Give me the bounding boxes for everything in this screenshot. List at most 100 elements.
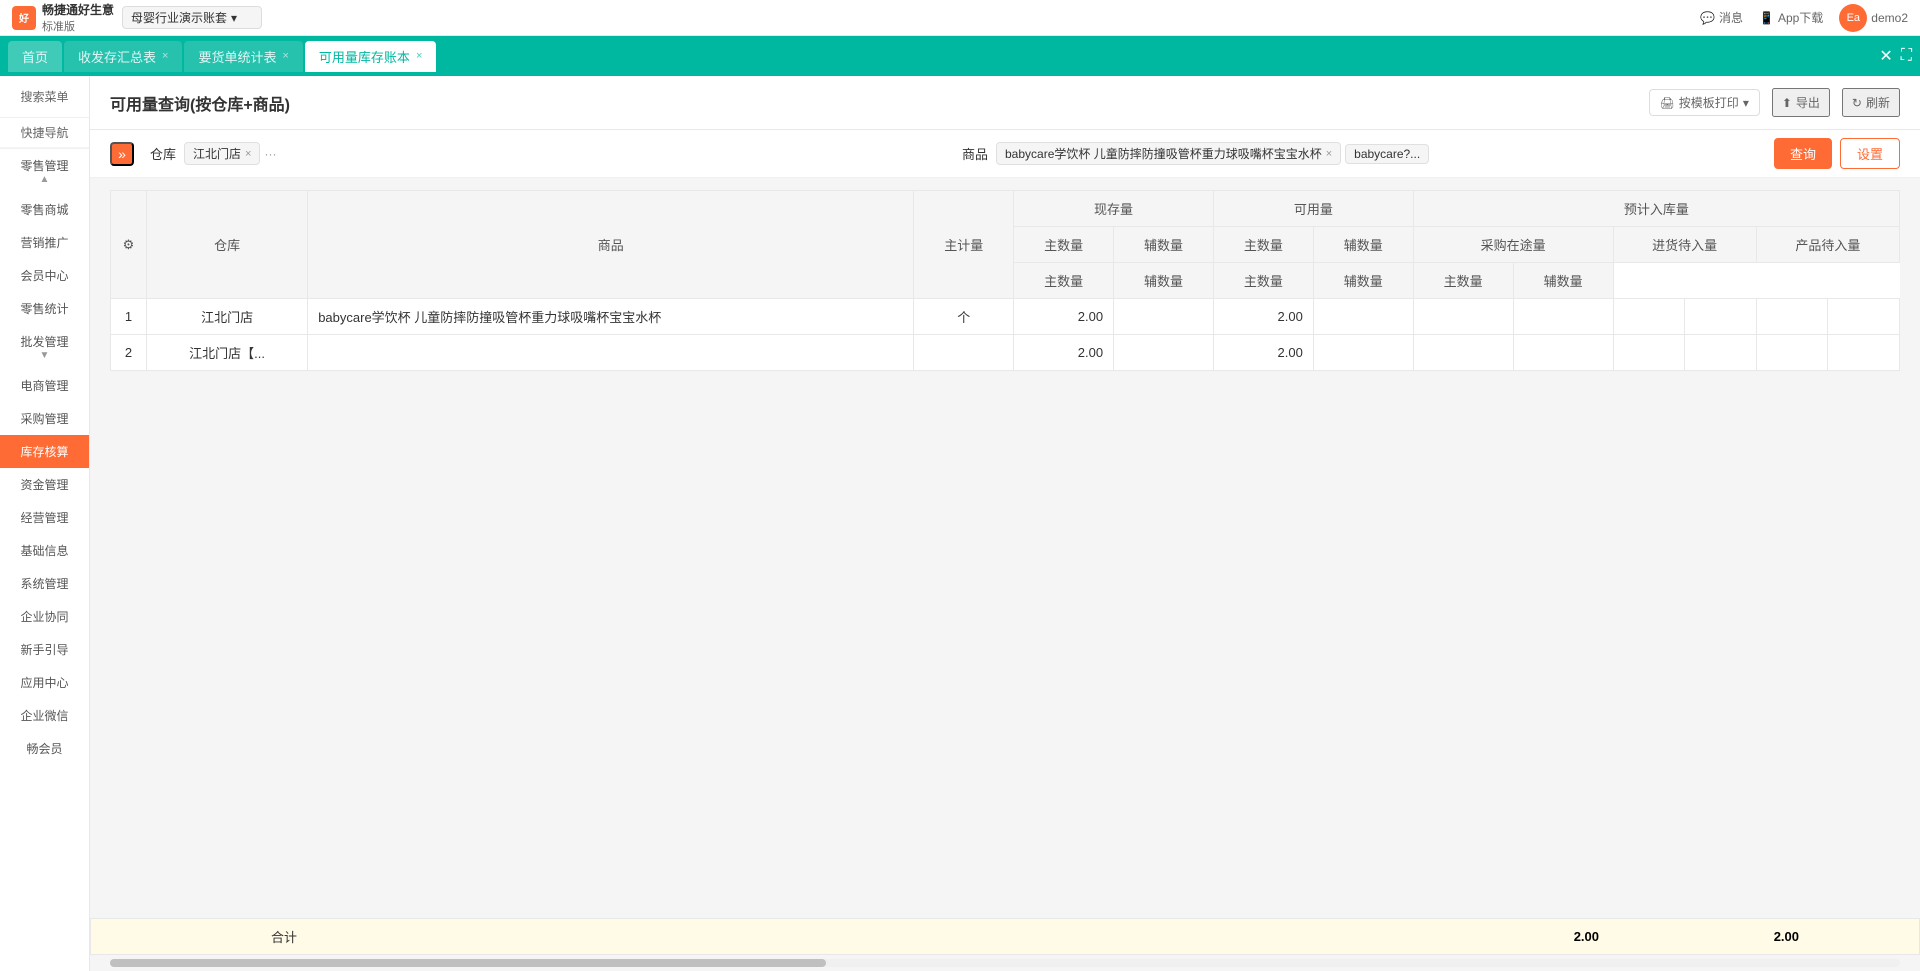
message-icon: 💬	[1700, 11, 1715, 25]
chevron-down-icon: ▾	[231, 11, 237, 25]
cell-seq: 1	[111, 299, 147, 335]
sidebar-item-label: 新手引导	[20, 641, 68, 658]
sidebar-item-label: 会员中心	[20, 267, 68, 284]
sidebar-item-finance[interactable]: 资金管理	[0, 468, 89, 501]
cell-chanpin-main	[1756, 335, 1828, 371]
user-area[interactable]: Ea demo2	[1839, 4, 1908, 32]
product-tag-babycare[interactable]: babycare学饮杯 儿童防摔防撞吸管杯重力球吸嘴杯宝宝水杯 ×	[996, 142, 1341, 165]
sidebar-item-member-app[interactable]: 畅会员	[0, 732, 89, 765]
template-print-button[interactable]: 🖨 按模板打印 ▾	[1649, 89, 1760, 116]
cell-caigou-main	[1413, 335, 1513, 371]
export-button[interactable]: ⬆ 导出	[1772, 88, 1830, 117]
cell-jinhuo-aux	[1685, 335, 1757, 371]
sidebar-item-label: 经营管理	[20, 509, 68, 526]
cell-chanpin-main	[1756, 299, 1828, 335]
sidebar: 搜索菜单 快捷导航 零售管理 ▲ 零售商城 营销推广 会员中心 零售统计 批发管…	[0, 76, 90, 971]
query-button[interactable]: 查询	[1774, 138, 1832, 169]
industry-selector[interactable]: 母婴行业演示账套 ▾	[122, 6, 262, 29]
sidebar-search: 搜索菜单	[0, 76, 89, 118]
tab-shoufacun-label: 收发存汇总表	[78, 47, 156, 66]
sidebar-item-sys-mgmt[interactable]: 系统管理	[0, 567, 89, 600]
sidebar-item-purchase[interactable]: 采购管理	[0, 402, 89, 435]
table-row: 1 江北门店 babycare学饮杯 儿童防摔防撞吸管杯重力球吸嘴杯宝宝水杯 个…	[111, 299, 1900, 335]
cell-unit	[914, 335, 1014, 371]
refresh-icon: ↻	[1852, 96, 1862, 110]
tab-shoufacun-close[interactable]: ×	[162, 50, 168, 62]
filter-more-icon[interactable]: ···	[264, 147, 276, 161]
sidebar-item-label: 畅会员	[26, 740, 62, 757]
sidebar-item-ecommerce[interactable]: 电商管理	[0, 369, 89, 402]
avatar: Ea	[1839, 4, 1867, 32]
warehouse-tag-label: 江北门店	[193, 145, 241, 162]
cell-key-main: 2.00	[1213, 335, 1313, 371]
logo-info: 畅捷通好生意 标准版	[42, 1, 114, 34]
th-xian-main: 主数量	[1014, 227, 1114, 263]
warehouse-tag-jiangbei[interactable]: 江北门店 ×	[184, 142, 260, 165]
cell-caigou-aux	[1513, 335, 1613, 371]
sidebar-item-label: 库存核算	[20, 443, 68, 460]
tab-yaohuo-close[interactable]: ×	[282, 50, 288, 62]
tab-keyongliang[interactable]: 可用量库存账本 ×	[305, 41, 436, 72]
th-chanpin-main: 主数量	[1413, 263, 1513, 299]
sidebar-item-newbie[interactable]: 新手引导	[0, 633, 89, 666]
quick-nav-button[interactable]: 快捷导航	[0, 118, 89, 148]
th-settings[interactable]: ⚙	[111, 191, 147, 299]
tab-yaohuo[interactable]: 要货单统计表 ×	[184, 41, 302, 72]
sidebar-item-app-center[interactable]: 应用中心	[0, 666, 89, 699]
warehouse-tag-close[interactable]: ×	[245, 148, 251, 160]
sidebar-item-label: 电商管理	[20, 377, 68, 394]
sidebar-quick-nav: 快捷导航	[0, 118, 89, 149]
sidebar-item-label: 批发管理	[20, 333, 68, 350]
sidebar-item-label: 零售统计	[20, 300, 68, 317]
scroll-thumb[interactable]	[110, 959, 826, 967]
sidebar-item-wechat[interactable]: 企业微信	[0, 699, 89, 732]
maximize-icon[interactable]: ⛶	[1901, 47, 1912, 65]
refresh-button[interactable]: ↻ 刷新	[1842, 88, 1900, 117]
cell-xian-aux	[1114, 299, 1214, 335]
tab-shoufacun[interactable]: 收发存汇总表 ×	[64, 41, 182, 72]
th-yujiruku: 预计入库量	[1413, 191, 1899, 227]
template-print-label: 按模板打印	[1679, 94, 1739, 111]
tab-keyongliang-close[interactable]: ×	[416, 50, 422, 62]
sidebar-item-operations[interactable]: 经营管理	[0, 501, 89, 534]
sidebar-item-basic-info[interactable]: 基础信息	[0, 534, 89, 567]
th-keyongliang: 可用量	[1213, 191, 1413, 227]
logo-text: 畅捷通好生意	[42, 1, 114, 18]
product-tag-babycare2[interactable]: babycare?...	[1345, 144, 1429, 164]
expand-icon: »	[118, 146, 126, 162]
cell-caigou-main	[1413, 299, 1513, 335]
app-download-button[interactable]: 📱 App下载	[1759, 9, 1823, 26]
th-caigou: 采购在途量	[1413, 227, 1613, 263]
sidebar-item-wholesale[interactable]: 批发管理 ▼	[0, 325, 89, 369]
product-filter-label: 商品	[962, 144, 988, 163]
sidebar-item-retail-mall[interactable]: 零售商城	[0, 193, 89, 226]
sidebar-item-enterprise[interactable]: 企业协同	[0, 600, 89, 633]
chevron-up-icon: ▲	[40, 174, 50, 185]
th-unit: 主计量	[914, 191, 1014, 299]
tab-home[interactable]: 首页	[8, 41, 62, 72]
sidebar-item-members[interactable]: 会员中心	[0, 259, 89, 292]
search-menu-button[interactable]: 搜索菜单	[8, 84, 81, 109]
page-title: 可用量查询(按仓库+商品)	[110, 91, 290, 115]
main-layout: 搜索菜单 快捷导航 零售管理 ▲ 零售商城 营销推广 会员中心 零售统计 批发管…	[0, 76, 1920, 971]
filter-expand-button[interactable]: »	[110, 142, 134, 166]
sidebar-item-retail-mgmt[interactable]: 零售管理 ▲	[0, 149, 89, 193]
message-button[interactable]: 💬 消息	[1700, 9, 1743, 26]
top-bar: 好 畅捷通好生意 标准版 母婴行业演示账套 ▾ 💬 消息 📱 App下载 Ea …	[0, 0, 1920, 36]
th-key-aux: 辅数量	[1313, 227, 1413, 263]
logo-icon: 好	[12, 6, 36, 30]
footer-xian-main: 2.00	[1499, 929, 1619, 944]
sidebar-item-retail-stats[interactable]: 零售统计	[0, 292, 89, 325]
product-tag-close[interactable]: ×	[1326, 148, 1332, 160]
warehouse-filter-label: 仓库	[150, 144, 176, 163]
close-window-icon[interactable]: ✕	[1879, 46, 1892, 66]
th-product: 商品	[308, 191, 914, 299]
printer-icon: 🖨	[1660, 96, 1675, 110]
cell-jinhuo-aux	[1685, 299, 1757, 335]
sidebar-item-inventory[interactable]: 库存核算	[0, 435, 89, 468]
th-warehouse: 仓库	[147, 191, 308, 299]
th-jinhuo-aux: 辅数量	[1313, 263, 1413, 299]
sidebar-item-marketing[interactable]: 营销推广	[0, 226, 89, 259]
setting-button[interactable]: 设置	[1840, 138, 1900, 169]
scroll-track[interactable]	[110, 959, 1900, 967]
